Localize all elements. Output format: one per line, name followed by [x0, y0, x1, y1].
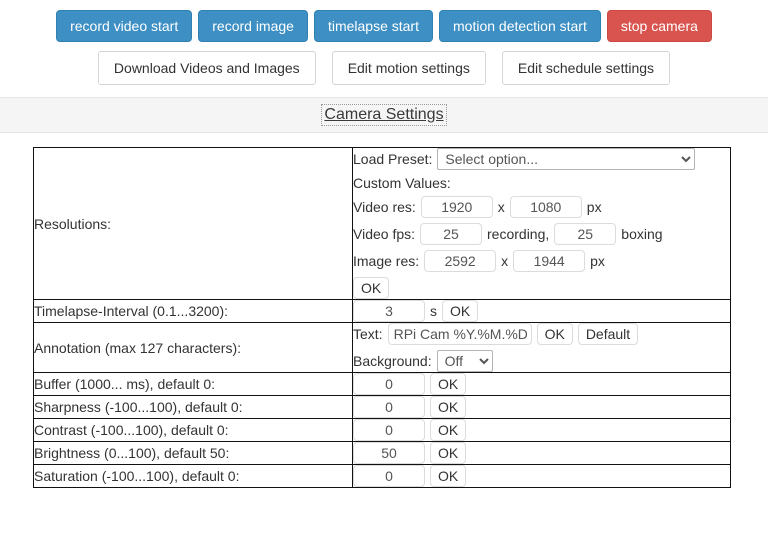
annotation-ok-button[interactable]: OK — [536, 323, 573, 345]
video-res-unit: px — [586, 199, 602, 215]
custom-values-line: Custom Values: — [353, 175, 730, 191]
video-fps-boxing-input[interactable] — [554, 223, 617, 245]
load-preset-select[interactable]: Select option... — [437, 148, 696, 170]
image-res-label: Image res: — [353, 253, 420, 269]
resolutions-ok-button[interactable]: OK — [353, 277, 390, 299]
image-res-unit: px — [590, 253, 605, 269]
table-row: Buffer (1000... ms), default 0: OK — [33, 372, 731, 396]
video-res-label: Video res: — [353, 199, 416, 215]
video-resolution-line: Video res: x px — [353, 196, 730, 218]
annotation-text-input[interactable] — [387, 323, 532, 345]
video-fps-line: Video fps: recording, boxing — [353, 223, 730, 245]
annotation-text-line: Text: OK Default — [353, 323, 730, 345]
resolutions-row-controls: Load Preset: Select option... Custom Val… — [352, 147, 731, 300]
camera-settings-header-bar: Camera Settings — [0, 97, 768, 133]
video-res-height-input[interactable] — [509, 196, 582, 218]
primary-action-toolbar: record video start record image timelaps… — [0, 0, 768, 42]
video-res-width-input[interactable] — [420, 196, 493, 218]
contrast-ok-button[interactable]: OK — [430, 419, 467, 441]
annotation-row-controls: Text: OK Default Background: Off — [352, 322, 731, 373]
buffer-input[interactable] — [353, 373, 425, 395]
table-row: Resolutions: Load Preset: Select option.… — [33, 147, 731, 300]
annotation-default-button[interactable]: Default — [577, 323, 639, 345]
timelapse-start-button[interactable]: timelapse start — [313, 10, 433, 42]
sharpness-ok-button[interactable]: OK — [430, 396, 467, 418]
contrast-line: OK — [353, 419, 730, 441]
annotation-background-label: Background: — [353, 353, 432, 369]
saturation-row-controls: OK — [352, 464, 731, 488]
camera-settings-link[interactable]: Camera Settings — [321, 104, 447, 126]
image-res-separator: x — [501, 253, 509, 269]
saturation-ok-button[interactable]: OK — [430, 465, 467, 487]
table-row: Saturation (-100...100), default 0: OK — [33, 464, 731, 488]
brightness-ok-button[interactable]: OK — [430, 442, 467, 464]
annotation-text-label: Text: — [353, 326, 383, 342]
timelapse-interval-row-label: Timelapse-Interval (0.1...3200): — [33, 299, 353, 323]
image-resolution-line: Image res: x px — [353, 250, 730, 272]
timelapse-interval-line: s OK — [353, 300, 730, 322]
image-res-width-input[interactable] — [424, 250, 497, 272]
buffer-line: OK — [353, 373, 730, 395]
table-row: Contrast (-100...100), default 0: OK — [33, 418, 731, 442]
brightness-line: OK — [353, 442, 730, 464]
load-preset-line: Load Preset: Select option... — [353, 148, 730, 170]
timelapse-interval-unit: s — [430, 303, 437, 319]
stop-camera-button[interactable]: stop camera — [606, 10, 712, 42]
buffer-row-controls: OK — [352, 372, 731, 396]
sharpness-row-controls: OK — [352, 395, 731, 419]
saturation-row-label: Saturation (-100...100), default 0: — [33, 464, 353, 488]
timelapse-interval-input[interactable] — [353, 300, 425, 322]
video-fps-recording-input[interactable] — [420, 223, 483, 245]
table-row: Annotation (max 127 characters): Text: O… — [33, 322, 731, 373]
secondary-action-toolbar: Download Videos and Images Edit motion s… — [0, 42, 768, 85]
sharpness-line: OK — [353, 396, 730, 418]
custom-values-label: Custom Values: — [353, 175, 451, 191]
timelapse-interval-row-controls: s OK — [352, 299, 731, 323]
saturation-input[interactable] — [353, 465, 425, 487]
saturation-line: OK — [353, 465, 730, 487]
timelapse-interval-ok-button[interactable]: OK — [442, 300, 479, 322]
edit-motion-settings-button[interactable]: Edit motion settings — [331, 51, 486, 85]
image-res-height-input[interactable] — [513, 250, 586, 272]
edit-schedule-settings-button[interactable]: Edit schedule settings — [501, 51, 671, 85]
annotation-background-line: Background: Off — [353, 350, 730, 372]
resolutions-submit-line: OK — [353, 277, 730, 299]
brightness-row-label: Brightness (0...100), default 50: — [33, 441, 353, 465]
annotation-background-select[interactable]: Off — [436, 350, 493, 372]
resolutions-row-label: Resolutions: — [33, 147, 353, 300]
video-fps-recording-unit: recording, — [487, 226, 550, 242]
record-video-start-button[interactable]: record video start — [56, 10, 193, 42]
annotation-row-label: Annotation (max 127 characters): — [33, 322, 353, 373]
video-res-separator: x — [497, 199, 505, 215]
download-videos-and-images-button[interactable]: Download Videos and Images — [97, 51, 316, 85]
motion-detection-start-button[interactable]: motion detection start — [439, 10, 601, 42]
sharpness-row-label: Sharpness (-100...100), default 0: — [33, 395, 353, 419]
brightness-input[interactable] — [353, 442, 425, 464]
camera-settings-table: Resolutions: Load Preset: Select option.… — [33, 147, 731, 488]
table-row: Timelapse-Interval (0.1...3200): s OK — [33, 299, 731, 323]
sharpness-input[interactable] — [353, 396, 425, 418]
video-fps-label: Video fps: — [353, 226, 416, 242]
contrast-input[interactable] — [353, 419, 425, 441]
camera-settings-table-container: Resolutions: Load Preset: Select option.… — [0, 133, 768, 488]
load-preset-label: Load Preset: — [353, 151, 433, 167]
brightness-row-controls: OK — [352, 441, 731, 465]
table-row: Sharpness (-100...100), default 0: OK — [33, 395, 731, 419]
contrast-row-controls: OK — [352, 418, 731, 442]
buffer-row-label: Buffer (1000... ms), default 0: — [33, 372, 353, 396]
buffer-ok-button[interactable]: OK — [430, 373, 467, 395]
video-fps-boxing-unit: boxing — [621, 226, 663, 242]
table-row: Brightness (0...100), default 50: OK — [33, 441, 731, 465]
record-image-button[interactable]: record image — [198, 10, 308, 42]
contrast-row-label: Contrast (-100...100), default 0: — [33, 418, 353, 442]
